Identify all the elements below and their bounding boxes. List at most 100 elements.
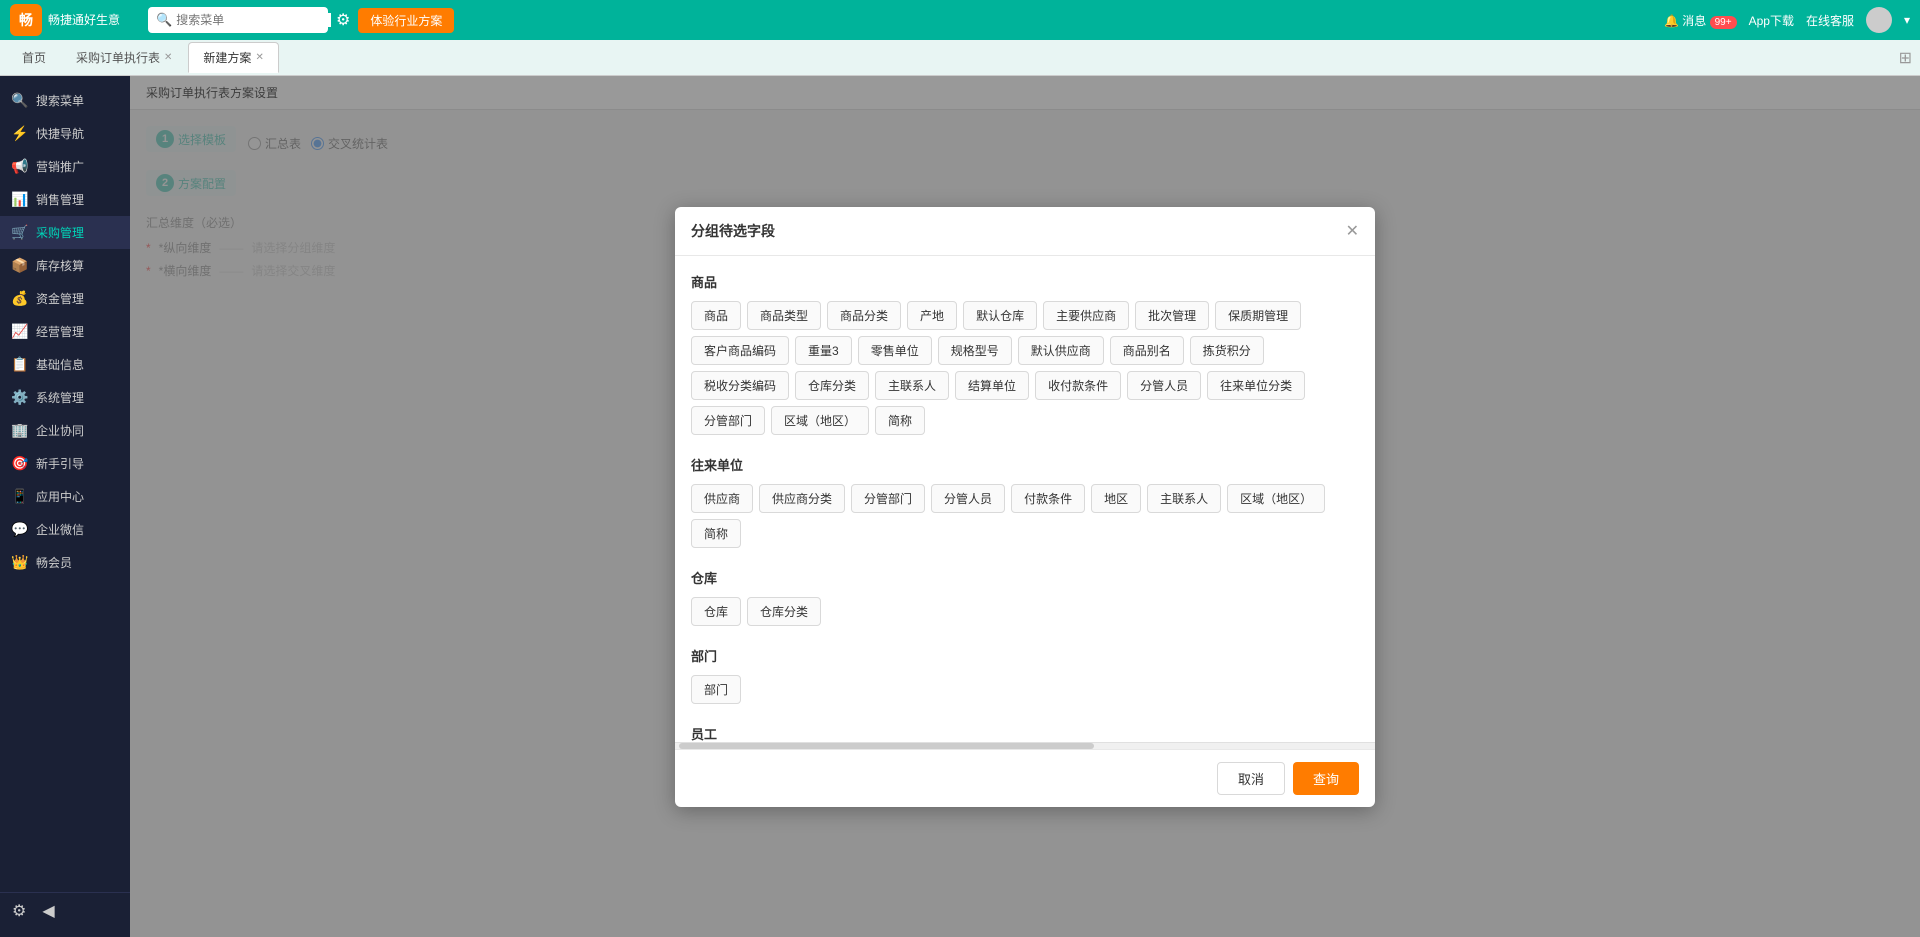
top-search-input[interactable] <box>176 13 331 27</box>
section-department-tags: 部门 <box>691 675 1359 704</box>
tab-expand-icon[interactable]: ⊞ <box>1899 48 1912 68</box>
field-tag-partner-abbr[interactable]: 简称 <box>691 519 741 548</box>
field-tag-department[interactable]: 部门 <box>691 675 741 704</box>
confirm-button[interactable]: 查询 <box>1293 762 1359 795</box>
field-tag-supplier-category[interactable]: 供应商分类 <box>759 484 845 513</box>
field-tag-partner-dept[interactable]: 分管部门 <box>851 484 925 513</box>
field-tag-goods[interactable]: 商品 <box>691 301 741 330</box>
tab-newplan-label: 新建方案 <box>203 49 251 66</box>
field-tag-supplier[interactable]: 供应商 <box>691 484 753 513</box>
purchase-icon: 🛒 <box>12 225 28 241</box>
sidebar-item-member[interactable]: 👑 畅会员 <box>0 546 130 579</box>
tab-home-label: 首页 <box>22 49 46 66</box>
sidebar-settings-icon[interactable]: ⚙ <box>12 901 26 921</box>
field-tag-retail-unit[interactable]: 零售单位 <box>858 336 932 365</box>
field-tag-tax-code[interactable]: 税收分类编码 <box>691 371 789 400</box>
field-tag-warehouse-cat[interactable]: 仓库分类 <box>747 597 821 626</box>
field-tag-partner-contact[interactable]: 主联系人 <box>1147 484 1221 513</box>
sidebar-item-appstore[interactable]: 📱 应用中心 <box>0 480 130 513</box>
field-tag-batch-mgmt[interactable]: 批次管理 <box>1135 301 1209 330</box>
sidebar-collapse-icon[interactable]: ◀ <box>42 901 54 921</box>
inventory-icon: 📦 <box>12 258 28 274</box>
tab-newplan-close[interactable]: ✕ <box>255 52 263 63</box>
field-tag-region[interactable]: 区域（地区） <box>771 406 869 435</box>
appstore-icon: 📱 <box>12 489 28 505</box>
sales-icon: 📊 <box>12 192 28 208</box>
field-tag-default-supplier[interactable]: 默认供应商 <box>1018 336 1104 365</box>
avatar[interactable] <box>1866 7 1892 33</box>
field-tag-main-supplier[interactable]: 主要供应商 <box>1043 301 1129 330</box>
sidebar-item-purchase[interactable]: 🛒 采购管理 <box>0 216 130 249</box>
field-tag-goods-alias[interactable]: 商品别名 <box>1110 336 1184 365</box>
field-tag-partner-supervisor[interactable]: 分管人员 <box>931 484 1005 513</box>
sidebar-item-sales[interactable]: 📊 销售管理 <box>0 183 130 216</box>
tab-home[interactable]: 首页 <box>8 43 60 72</box>
sidebar-item-marketing[interactable]: 📢 营销推广 <box>0 150 130 183</box>
user-menu-chevron[interactable]: ▾ <box>1904 13 1910 27</box>
sidebar-item-quicknav-label: 快捷导航 <box>36 125 84 142</box>
field-tag-warehouse-category[interactable]: 仓库分类 <box>795 371 869 400</box>
field-tag-default-warehouse[interactable]: 默认仓库 <box>963 301 1037 330</box>
field-tag-supervisor[interactable]: 分管人员 <box>1127 371 1201 400</box>
field-tag-goods-type[interactable]: 商品类型 <box>747 301 821 330</box>
sidebar-item-search-label: 搜索菜单 <box>36 92 84 109</box>
field-tag-settlement-unit[interactable]: 结算单位 <box>955 371 1029 400</box>
app-download[interactable]: App下载 <box>1749 12 1794 29</box>
field-tag-weight3[interactable]: 重量3 <box>795 336 852 365</box>
field-tag-payment-condition[interactable]: 付款条件 <box>1011 484 1085 513</box>
field-tag-warehouse[interactable]: 仓库 <box>691 597 741 626</box>
settings-icon[interactable]: ⚙ <box>336 10 350 30</box>
section-goods-tags: 商品 商品类型 商品分类 产地 默认仓库 主要供应商 批次管理 保质期管理 客户… <box>691 301 1359 435</box>
field-tag-origin[interactable]: 产地 <box>907 301 957 330</box>
online-service[interactable]: 在线客服 <box>1806 12 1854 29</box>
modal-close-icon[interactable]: ✕ <box>1346 221 1359 241</box>
tab-purchase-close[interactable]: ✕ <box>164 52 172 63</box>
guide-icon: 🎯 <box>12 456 28 472</box>
basic-icon: 📋 <box>12 357 28 373</box>
sidebar-item-finance[interactable]: 💰 资金管理 <box>0 282 130 315</box>
field-tag-partner-category[interactable]: 往来单位分类 <box>1207 371 1305 400</box>
field-tag-area[interactable]: 地区 <box>1091 484 1141 513</box>
sidebar-item-search[interactable]: 🔍 搜索菜单 <box>0 84 130 117</box>
trial-button[interactable]: 体验行业方案 <box>358 8 454 33</box>
field-tag-main-contact[interactable]: 主联系人 <box>875 371 949 400</box>
wxcorp-icon: 💬 <box>12 522 28 538</box>
section-warehouse-tags: 仓库 仓库分类 <box>691 597 1359 626</box>
field-tag-partner-region[interactable]: 区域（地区） <box>1227 484 1325 513</box>
top-search-bar[interactable]: 🔍 <box>148 7 328 33</box>
field-tag-spec-model[interactable]: 规格型号 <box>938 336 1012 365</box>
field-tag-abbr[interactable]: 简称 <box>875 406 925 435</box>
sidebar-item-sales-label: 销售管理 <box>36 191 84 208</box>
section-department: 部门 部门 <box>691 646 1359 704</box>
search-icon: 🔍 <box>156 12 172 28</box>
sidebar-item-wxcorp[interactable]: 💬 企业微信 <box>0 513 130 546</box>
main-content: 采购订单执行表方案设置 1 选择模板 汇总表 交叉统计表 <box>130 76 1920 937</box>
sidebar-item-system-label: 系统管理 <box>36 389 84 406</box>
tab-newplan[interactable]: 新建方案 ✕ <box>188 42 278 73</box>
field-tag-payment-terms[interactable]: 收付款条件 <box>1035 371 1121 400</box>
field-tag-dept[interactable]: 分管部门 <box>691 406 765 435</box>
field-tag-expiry-mgmt[interactable]: 保质期管理 <box>1215 301 1301 330</box>
sidebar-item-operation[interactable]: 📈 经营管理 <box>0 315 130 348</box>
sidebar-item-guide[interactable]: 🎯 新手引导 <box>0 447 130 480</box>
modal-horizontal-scrollbar[interactable] <box>675 742 1375 749</box>
logo-area: 畅 畅捷通好生意 <box>10 4 140 36</box>
section-employee: 员工 业务员 <box>691 724 1359 742</box>
section-department-title: 部门 <box>691 646 1359 665</box>
sidebar-item-quicknav[interactable]: ⚡ 快捷导航 <box>0 117 130 150</box>
modal-body[interactable]: 商品 商品 商品类型 商品分类 产地 默认仓库 主要供应商 批次管理 保质期管理… <box>675 256 1375 742</box>
tab-purchase[interactable]: 采购订单执行表 ✕ <box>62 43 186 72</box>
field-tag-pick-points[interactable]: 拣货积分 <box>1190 336 1264 365</box>
sidebar-item-corp[interactable]: 🏢 企业协同 <box>0 414 130 447</box>
field-tag-customer-code[interactable]: 客户商品编码 <box>691 336 789 365</box>
cancel-button[interactable]: 取消 <box>1217 762 1285 795</box>
message-icon[interactable]: 🔔 消息 99+ <box>1664 12 1737 29</box>
sidebar-item-basic[interactable]: 📋 基础信息 <box>0 348 130 381</box>
section-warehouse: 仓库 仓库 仓库分类 <box>691 568 1359 626</box>
section-partner-title: 往来单位 <box>691 455 1359 474</box>
corp-icon: 🏢 <box>12 423 28 439</box>
sidebar-item-purchase-label: 采购管理 <box>36 224 84 241</box>
sidebar-item-inventory[interactable]: 📦 库存核算 <box>0 249 130 282</box>
field-tag-goods-category[interactable]: 商品分类 <box>827 301 901 330</box>
sidebar-item-system[interactable]: ⚙️ 系统管理 <box>0 381 130 414</box>
